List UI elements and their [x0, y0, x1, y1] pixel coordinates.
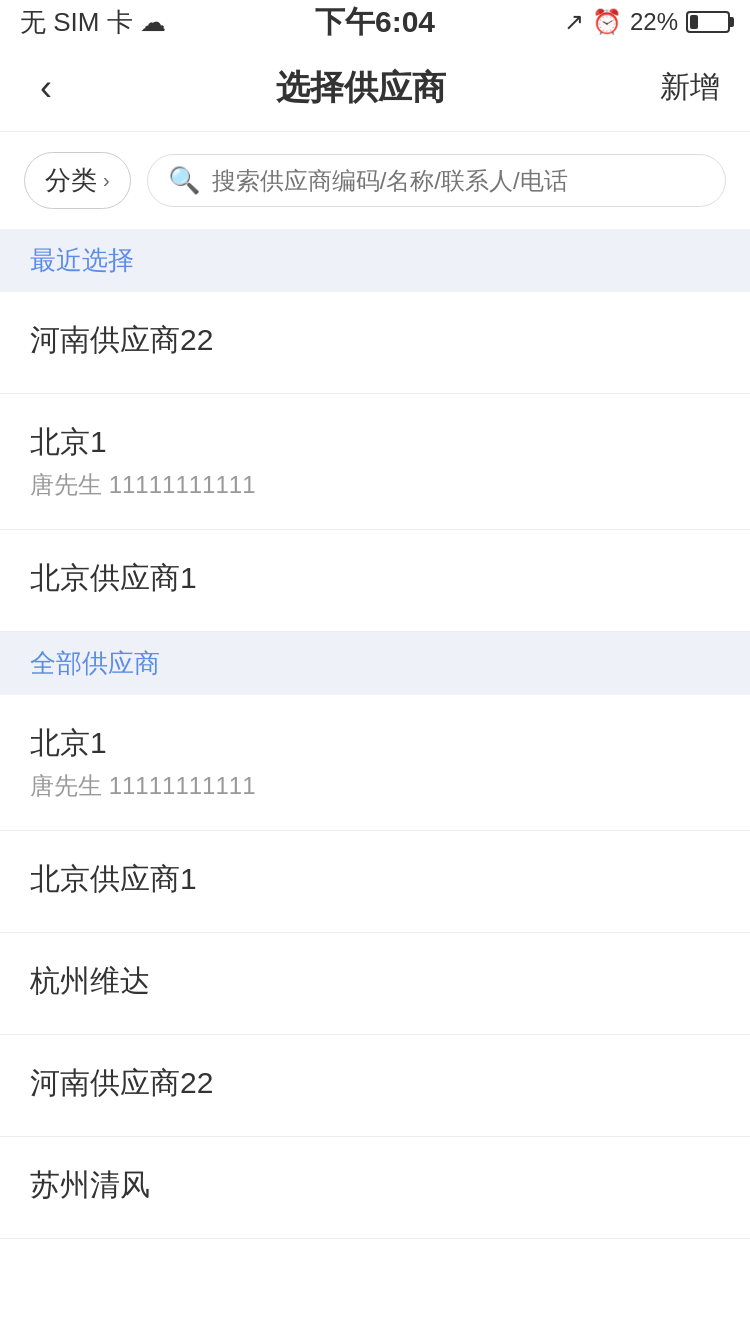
battery-icon — [686, 11, 730, 33]
list-item[interactable]: 北京1 唐先生 11111111111 — [0, 695, 750, 831]
search-input[interactable] — [212, 167, 705, 195]
list-item[interactable]: 北京供应商1 — [0, 831, 750, 933]
search-box[interactable]: 🔍 — [147, 154, 726, 207]
status-bar: 无 SIM 卡 ☁ 下午6:04 ↗ ⏰ 22% — [0, 0, 750, 44]
status-left: 无 SIM 卡 ☁ — [20, 5, 166, 40]
list-item[interactable]: 河南供应商22 — [0, 292, 750, 394]
sections-container: 最近选择河南供应商22 北京1 唐先生 11111111111 北京供应商1 全部供应商… — [0, 229, 750, 1239]
status-right: ↗ ⏰ 22% — [564, 8, 730, 36]
item-name: 北京供应商1 — [30, 558, 720, 599]
list-item[interactable]: 苏州清风 — [0, 1137, 750, 1239]
list-item[interactable]: 杭州维达 — [0, 933, 750, 1035]
item-name: 河南供应商22 — [30, 320, 720, 361]
search-icon: 🔍 — [168, 165, 200, 196]
status-time: 下午6:04 — [315, 2, 435, 43]
item-name: 杭州维达 — [30, 961, 720, 1002]
item-name: 苏州清风 — [30, 1165, 720, 1206]
nav-bar: ‹ 选择供应商 新增 — [0, 44, 750, 132]
list-item[interactable]: 河南供应商22 — [0, 1035, 750, 1137]
add-button[interactable]: 新增 — [660, 67, 720, 108]
list-item[interactable]: 北京1 唐先生 11111111111 — [0, 394, 750, 530]
item-sub: 唐先生 11111111111 — [30, 770, 720, 802]
back-button[interactable]: ‹ — [30, 57, 62, 119]
page-title: 选择供应商 — [276, 65, 446, 111]
battery-percentage: 22% — [630, 8, 678, 36]
item-name: 河南供应商22 — [30, 1063, 720, 1104]
list-item[interactable]: 北京供应商1 — [0, 530, 750, 632]
category-label: 分类 — [45, 163, 97, 198]
sim-status: 无 SIM 卡 ☁ — [20, 5, 166, 40]
item-sub: 唐先生 11111111111 — [30, 469, 720, 501]
item-name: 北京1 — [30, 422, 720, 463]
section-header-all: 全部供应商 — [0, 632, 750, 695]
alarm-icon: ⏰ — [592, 8, 622, 36]
filter-bar: 分类 › 🔍 — [0, 132, 750, 229]
category-button[interactable]: 分类 › — [24, 152, 131, 209]
item-name: 北京供应商1 — [30, 859, 720, 900]
location-icon: ↗ — [564, 8, 584, 36]
section-header-recent: 最近选择 — [0, 229, 750, 292]
chevron-right-icon: › — [103, 169, 110, 192]
item-name: 北京1 — [30, 723, 720, 764]
